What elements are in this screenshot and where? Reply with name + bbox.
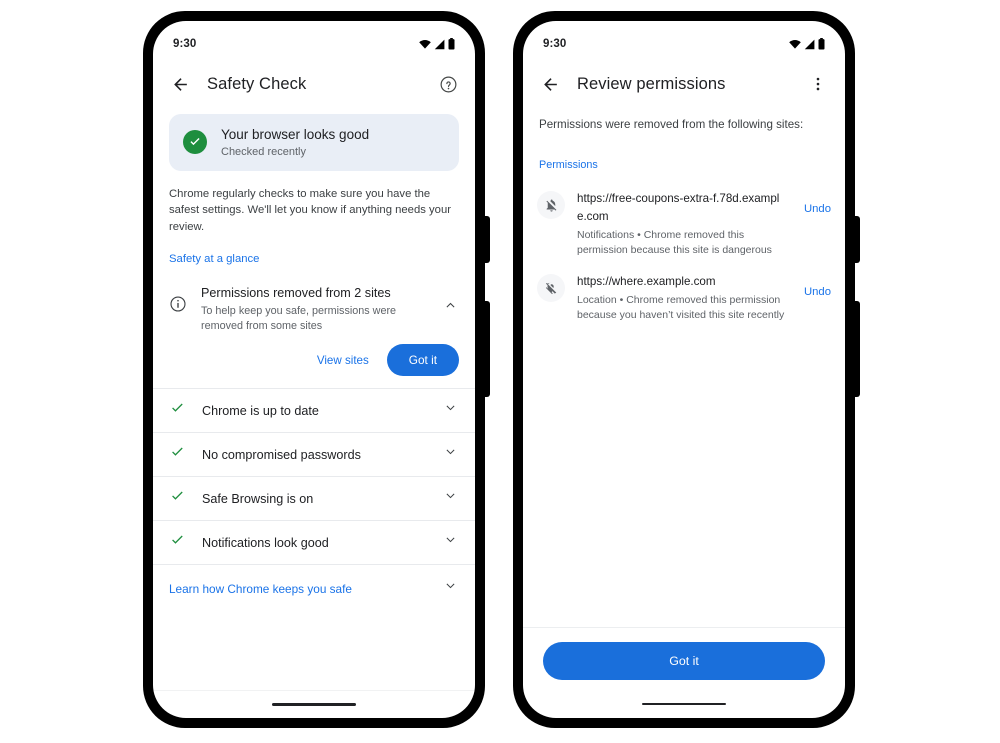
info-outline-icon [169,295,187,318]
check-row-label: Safe Browsing is on [202,491,314,506]
app-bar-left: Safety Check [153,59,475,109]
arrow-back-icon[interactable] [539,73,561,95]
permissions-removed-title: Permissions removed from 2 sites [201,286,391,300]
status-bar-left: 9:30 [153,21,475,59]
safety-status-text: Your browser looks good Checked recently [221,127,369,158]
status-bar-system-icons [789,38,825,50]
safety-check-description: Chrome regularly checks to make sure you… [169,187,452,233]
power-button-right[interactable] [854,216,860,263]
screenshot-canvas: 9:30 Safety Check Your browser looks goo… [0,0,1000,743]
permissions-actions: View sites Got it [153,334,475,377]
safety-status-title: Your browser looks good [221,127,370,142]
site-permission-reason: Notifications • Chrome removed this perm… [577,229,772,257]
view-sites-button[interactable]: View sites [317,354,369,367]
permissions-removed-row[interactable]: Permissions removed from 2 sites To help… [153,279,475,334]
page-title: Review permissions [577,74,726,93]
chevron-down-icon[interactable] [443,401,459,421]
arrow-back-icon[interactable] [169,73,191,95]
safety-at-a-glance-link[interactable]: Safety at a glance [169,253,459,265]
gesture-bar-area-left [153,690,475,718]
permissions-removed-text: Permissions removed from 2 sites To help… [201,283,429,334]
site-url: https://free-coupons-extra-f.78d.example… [577,192,780,224]
check-icon [169,444,187,466]
check-row-chrome-up-to-date[interactable]: Chrome is up to date [153,389,475,434]
safety-status-subtitle: Checked recently [221,145,306,158]
learn-row-label: Learn how Chrome keeps you safe [169,582,352,597]
status-bar-system-icons [419,38,455,50]
removed-permission-sites-list: https://free-coupons-extra-f.78d.example… [523,182,845,330]
site-url: https://where.example.com [577,275,716,289]
page-title: Safety Check [207,74,307,93]
location-off-icon [537,274,565,303]
site-info: https://where.example.com Location • Chr… [577,272,786,323]
undo-button[interactable]: Undo [798,189,831,215]
volume-button-left[interactable] [484,301,490,397]
chevron-down-icon[interactable] [443,489,459,509]
list-item[interactable]: https://free-coupons-extra-f.78d.example… [523,182,845,265]
app-bar-right: Review permissions [523,59,845,109]
status-bar-clock: 9:30 [173,38,197,50]
got-it-button[interactable]: Got it [386,344,459,377]
review-permissions-intro: Permissions were removed from the follow… [539,118,804,131]
notifications-off-icon [537,191,565,220]
check-icon [169,400,187,422]
power-button-left[interactable] [484,216,490,263]
chevron-down-icon[interactable] [443,579,459,599]
status-bar-right: 9:30 [523,21,845,59]
more-vert-icon[interactable] [807,73,829,95]
check-row-safe-browsing[interactable]: Safe Browsing is on [153,477,475,522]
check-icon [169,488,187,510]
check-row-no-compromised-passwords[interactable]: No compromised passwords [153,433,475,478]
phone-device-left: 9:30 Safety Check Your browser looks goo… [143,11,490,728]
content-area-left: Your browser looks good Checked recently… [153,109,475,690]
gesture-handle[interactable] [642,702,726,706]
chevron-down-icon[interactable] [443,533,459,553]
phone-device-right: 9:30 Review permissions Permissions were… [513,11,860,728]
check-icon [169,532,187,554]
site-permission-reason: Location • Chrome removed this permissio… [577,294,785,321]
check-circle-icon [183,130,207,155]
check-row-label: Notifications look good [202,535,329,550]
site-info: https://free-coupons-extra-f.78d.example… [577,189,786,258]
phone-screen-right: 9:30 Review permissions Permissions were… [523,21,845,718]
gesture-bar-area-right [523,690,845,718]
chevron-up-icon[interactable] [443,297,459,317]
permissions-removed-block: Permissions removed from 2 sites To help… [153,279,475,390]
volume-button-right[interactable] [854,301,860,397]
phone-screen-left: 9:30 Safety Check Your browser looks goo… [153,21,475,718]
permissions-section-heading: Permissions [539,159,598,172]
check-row-notifications[interactable]: Notifications look good [153,521,475,566]
cellular-signal-icon [804,39,815,50]
content-area-right: Permissions were removed from the follow… [523,109,845,627]
learn-how-chrome-keeps-you-safe-row[interactable]: Learn how Chrome keeps you safe [153,565,475,613]
permissions-removed-subtitle: To help keep you safe, permissions were … [201,305,397,333]
gesture-handle[interactable] [272,703,356,706]
got-it-button[interactable]: Got it [543,642,825,680]
bottom-action-bar: Got it [523,627,845,690]
status-bar-clock: 9:30 [543,38,567,50]
undo-button[interactable]: Undo [798,272,831,298]
wifi-icon [419,39,431,50]
safety-status-card: Your browser looks good Checked recently [169,114,459,171]
wifi-icon [789,39,801,50]
battery-icon [448,38,455,50]
chevron-down-icon[interactable] [443,445,459,465]
help-circle-icon[interactable] [437,73,459,95]
battery-icon [818,38,825,50]
check-row-label: No compromised passwords [202,447,361,462]
cellular-signal-icon [434,39,445,50]
check-row-label: Chrome is up to date [202,403,319,418]
list-item[interactable]: https://where.example.com Location • Chr… [523,265,845,330]
